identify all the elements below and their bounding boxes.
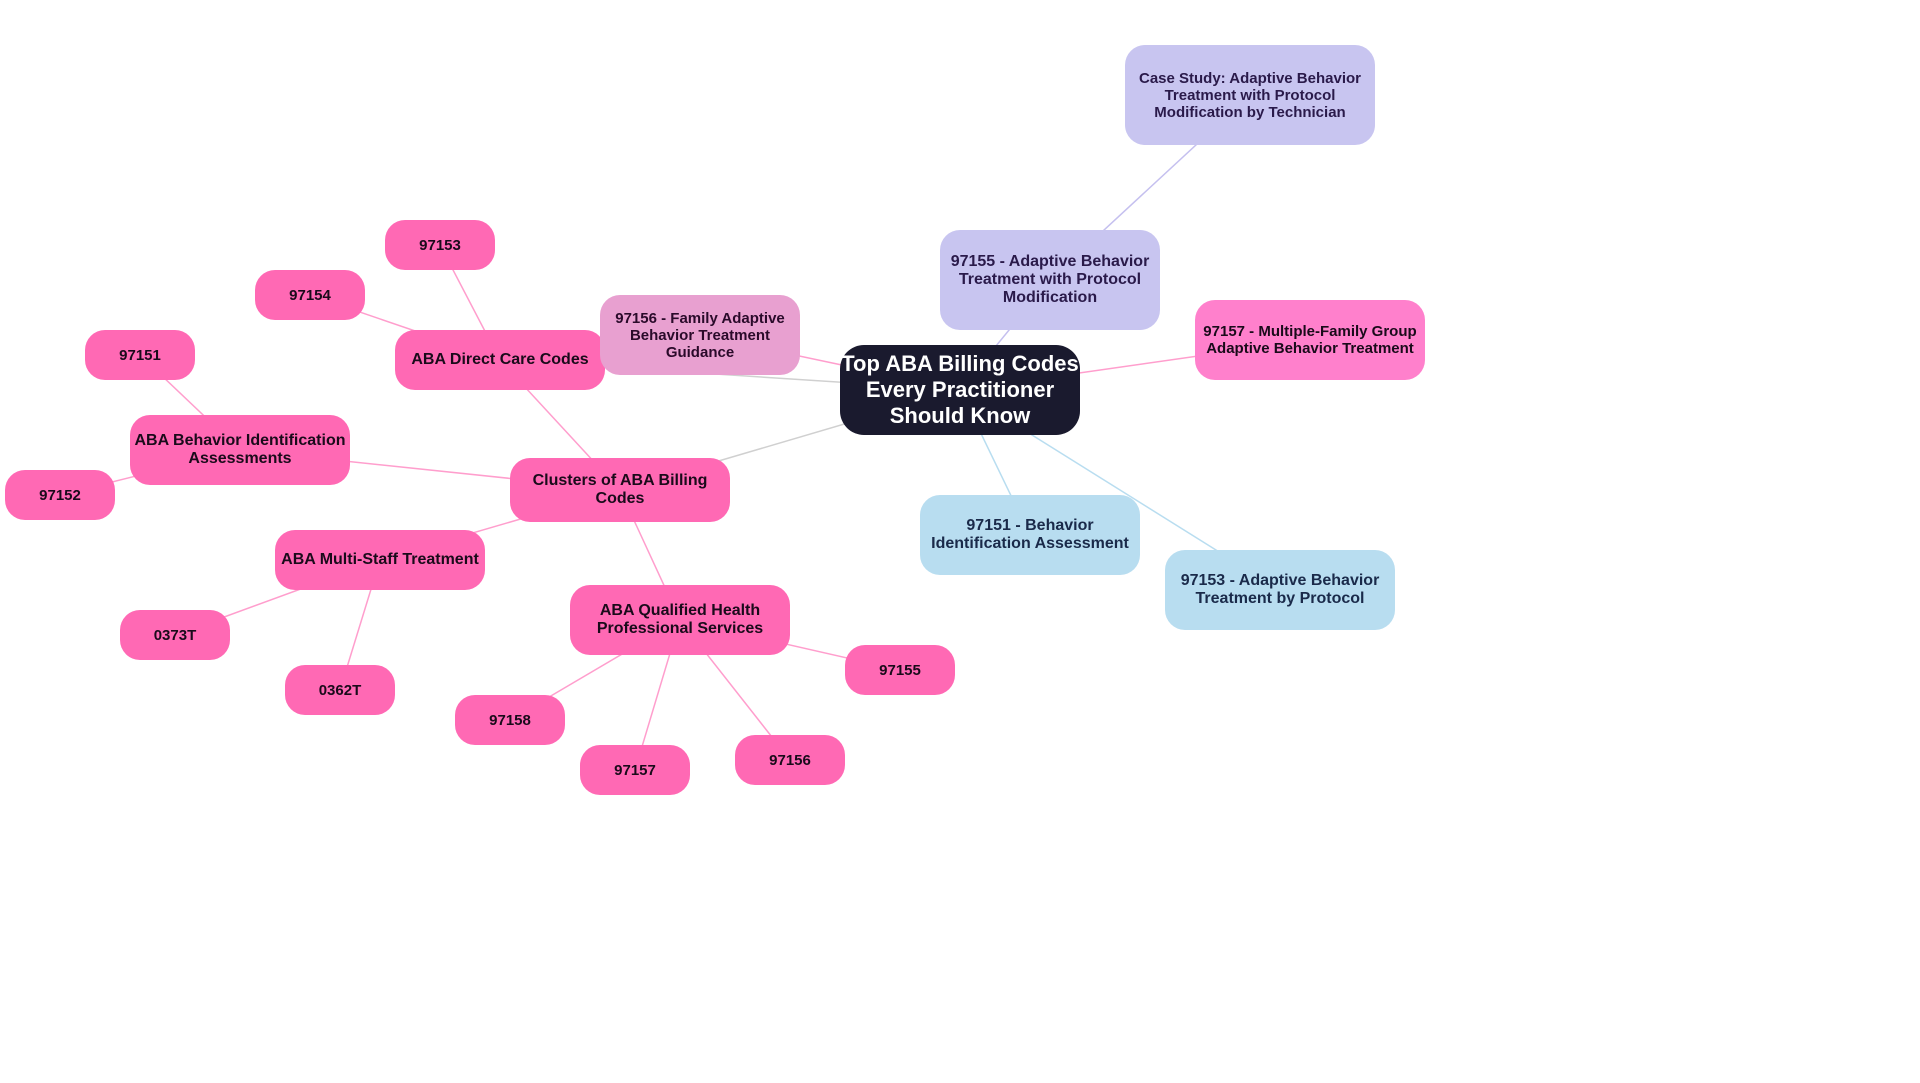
code-97154-label: 97154	[289, 287, 331, 304]
97155-mod-label: 97155 - Adaptive Behavior Treatment with…	[940, 253, 1160, 307]
97151-behav-label: 97151 - Behavior Identification Assessme…	[920, 517, 1140, 553]
case-study-node[interactable]: Case Study: Adaptive Behavior Treatment …	[1125, 45, 1375, 145]
97156-family-label: 97156 - Family Adaptive Behavior Treatme…	[600, 310, 800, 361]
code-97153-dc-label: 97153	[419, 237, 461, 254]
code-97151-node[interactable]: 97151	[85, 330, 195, 380]
97157-multi-label: 97157 - Multiple-Family Group Adaptive B…	[1195, 323, 1425, 357]
qhp-label: ABA Qualified Health Professional Servic…	[570, 602, 790, 638]
center-node[interactable]: Top ABA Billing Codes Every Practitioner…	[840, 345, 1080, 435]
code-97152-label: 97152	[39, 487, 81, 504]
direct-care-label: ABA Direct Care Codes	[411, 351, 588, 369]
code-97153-dc-node[interactable]: 97153	[385, 220, 495, 270]
code-0362t-label: 0362T	[319, 682, 362, 699]
direct-care-node[interactable]: ABA Direct Care Codes	[395, 330, 605, 390]
multi-staff-node[interactable]: ABA Multi-Staff Treatment	[275, 530, 485, 590]
97153-protocol-node[interactable]: 97153 - Adaptive Behavior Treatment by P…	[1165, 550, 1395, 630]
code-97158-node[interactable]: 97158	[455, 695, 565, 745]
code-0373t-node[interactable]: 0373T	[120, 610, 230, 660]
97155-mod-node[interactable]: 97155 - Adaptive Behavior Treatment with…	[940, 230, 1160, 330]
behavior-id-node[interactable]: ABA Behavior Identification Assessments	[130, 415, 350, 485]
code-0373t-label: 0373T	[154, 627, 197, 644]
case-study-label: Case Study: Adaptive Behavior Treatment …	[1125, 70, 1375, 121]
clusters-label: Clusters of ABA Billing Codes	[510, 472, 730, 508]
code-97156-qhp-node[interactable]: 97156	[735, 735, 845, 785]
code-0362t-node[interactable]: 0362T	[285, 665, 395, 715]
97151-behav-node[interactable]: 97151 - Behavior Identification Assessme…	[920, 495, 1140, 575]
code-97156-qhp-label: 97156	[769, 752, 811, 769]
code-97152-node[interactable]: 97152	[5, 470, 115, 520]
code-97157-qhp-label: 97157	[614, 762, 656, 779]
center-label: Top ABA Billing Codes Every Practitioner…	[840, 351, 1080, 429]
multi-staff-label: ABA Multi-Staff Treatment	[281, 551, 479, 569]
qhp-node[interactable]: ABA Qualified Health Professional Servic…	[570, 585, 790, 655]
behavior-id-label: ABA Behavior Identification Assessments	[130, 432, 350, 468]
code-97155-qhp-node[interactable]: 97155	[845, 645, 955, 695]
code-97158-label: 97158	[489, 712, 531, 729]
code-97155-qhp-label: 97155	[879, 662, 921, 679]
code-97151-label: 97151	[119, 347, 161, 364]
97157-multi-node[interactable]: 97157 - Multiple-Family Group Adaptive B…	[1195, 300, 1425, 380]
97153-protocol-label: 97153 - Adaptive Behavior Treatment by P…	[1165, 572, 1395, 608]
clusters-node[interactable]: Clusters of ABA Billing Codes	[510, 458, 730, 522]
code-97157-qhp-node[interactable]: 97157	[580, 745, 690, 795]
97156-family-node[interactable]: 97156 - Family Adaptive Behavior Treatme…	[600, 295, 800, 375]
code-97154-node[interactable]: 97154	[255, 270, 365, 320]
